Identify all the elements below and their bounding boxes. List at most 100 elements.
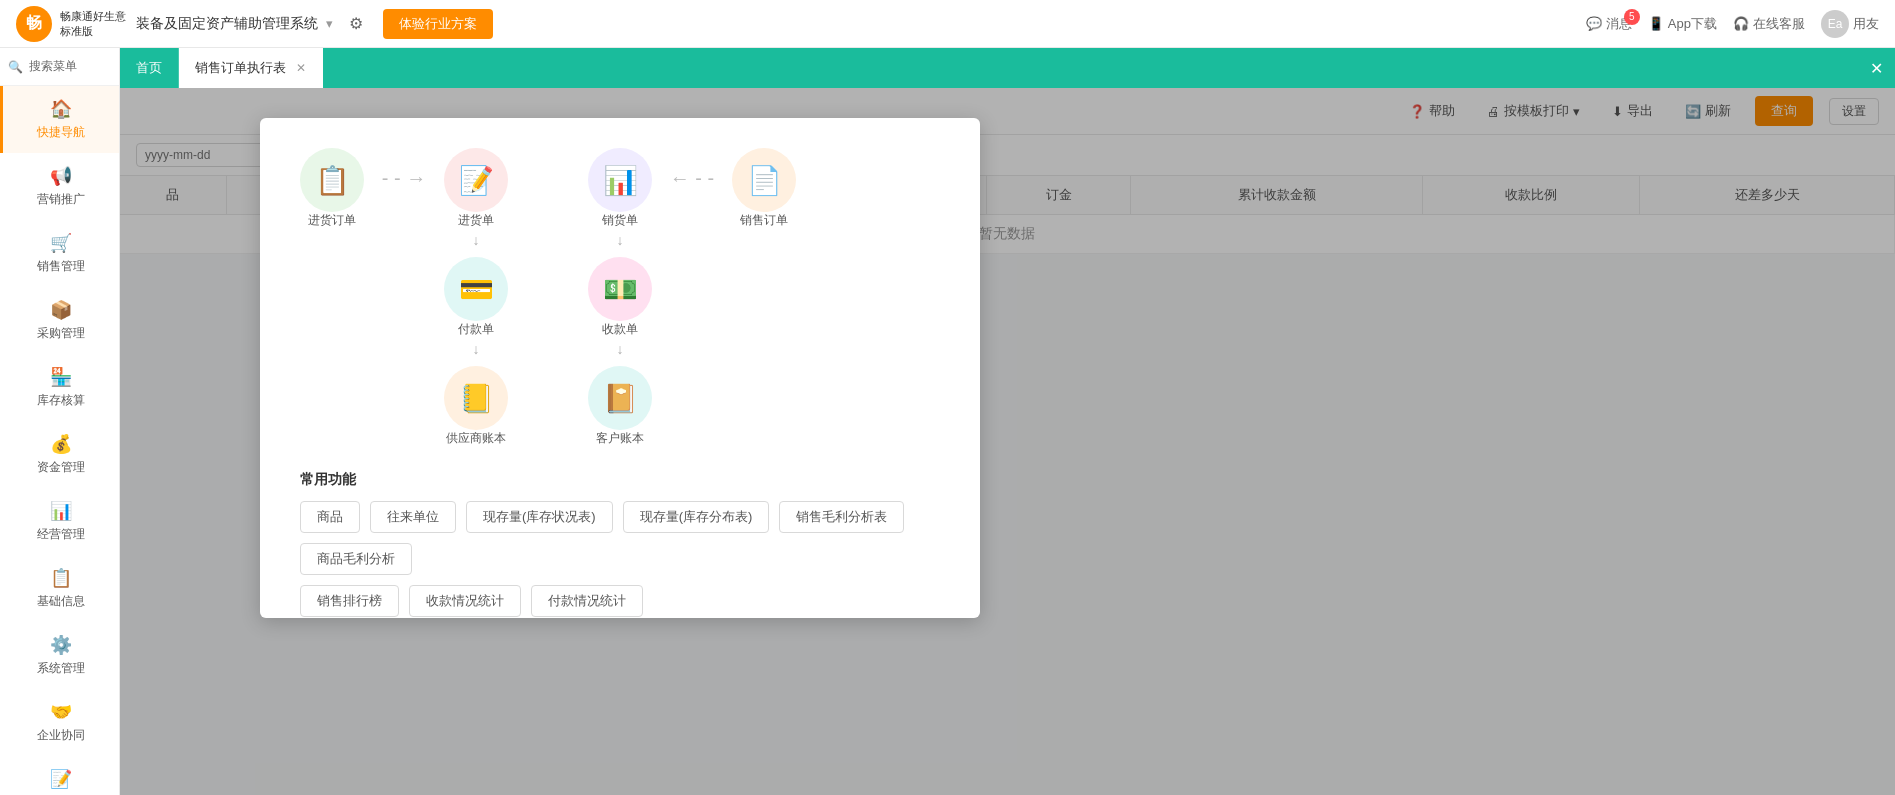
sidebar-item-business[interactable]: 📊 经营管理 (0, 488, 119, 555)
user-item[interactable]: Ea 用友 (1821, 10, 1879, 38)
down-arrow-receipt-bill: ↓ (588, 342, 652, 362)
purchase-bill-icon: 📝 (459, 164, 494, 197)
arrow-purchase-order-to-purchase-bill: - - → (364, 167, 444, 190)
customer-ledger-label: 客户账本 (596, 430, 644, 447)
down-arrow-payment-bill: ↓ (444, 342, 508, 362)
system-title-area: 装备及固定资产辅助管理系统 ▾ ⚙ 体验行业方案 (136, 9, 1586, 39)
payment-bill-circle: 💳 (444, 257, 508, 321)
sidebar-item-enterprise[interactable]: 🤝 企业协同 (0, 689, 119, 756)
sales-bill-label: 销货单 (602, 212, 638, 229)
sidebar: 🔍 搜索菜单 🏠 快捷导航 📢 营销推广 🛒 销售管理 📦 采购管理 🏪 库存核… (0, 48, 120, 795)
inventory-icon: 🏪 (50, 366, 72, 388)
sidebar-item-basic-info[interactable]: 📋 基础信息 (0, 555, 119, 622)
func-buttons-row1: 商品 往来单位 现存量(库存状况表) 现存量(库存分布表) 销售毛利分析表 商品… (300, 501, 940, 575)
app-download-item[interactable]: 📱 App下载 (1648, 15, 1717, 33)
flow-item-payment-bill[interactable]: 💳 付款单 (444, 257, 508, 338)
sidebar-item-newbie[interactable]: 📝 新手引导 (0, 756, 119, 795)
common-functions-section: 常用功能 商品 往来单位 现存量(库存状况表) 现存量(库存分布表) 销售毛利分… (300, 471, 940, 617)
sidebar-item-system[interactable]: ⚙️ 系统管理 (0, 622, 119, 689)
func-btn-stock-status[interactable]: 现存量(库存状况表) (466, 501, 613, 533)
sales-icon: 🛒 (50, 232, 72, 254)
message-item[interactable]: 💬 消息 5 (1586, 15, 1632, 33)
logo-area: 畅 畅康通好生意 标准版 (16, 6, 136, 42)
business-icon: 📊 (50, 500, 72, 522)
system-title: 装备及固定资产辅助管理系统 (136, 15, 318, 33)
sales-bill-icon: 📊 (603, 164, 638, 197)
tab-home[interactable]: 首页 (120, 48, 179, 88)
func-btn-product-gross[interactable]: 商品毛利分析 (300, 543, 412, 575)
sidebar-item-purchase[interactable]: 📦 采购管理 (0, 287, 119, 354)
receipt-bill-icon: 💵 (603, 273, 638, 306)
supplier-ledger-label: 供应商账本 (446, 430, 506, 447)
flow-item-receipt-bill[interactable]: 💵 收款单 (588, 257, 652, 338)
close-all-tabs-icon[interactable]: ✕ (1870, 59, 1895, 78)
purchase-bill-label: 进货单 (458, 212, 494, 229)
func-btn-product[interactable]: 商品 (300, 501, 360, 533)
func-btn-receipt-stats[interactable]: 收款情况统计 (409, 585, 521, 617)
sidebar-item-sales[interactable]: 🛒 销售管理 (0, 220, 119, 287)
tab-sales-order-exec[interactable]: 销售订单执行表 ✕ (179, 48, 323, 88)
payment-bill-label: 付款单 (458, 321, 494, 338)
header-right: 💬 消息 5 📱 App下载 🎧 在线客服 Ea 用友 (1586, 10, 1879, 38)
purchase-order-circle: 📋 (300, 148, 364, 212)
customer-ledger-circle: 📔 (588, 366, 652, 430)
purchase-icon: 📦 (50, 299, 72, 321)
logo-text: 畅康通好生意 标准版 (60, 9, 126, 38)
trial-button[interactable]: 体验行业方案 (383, 9, 493, 39)
sidebar-item-quick-nav[interactable]: 🏠 快捷导航 (0, 86, 119, 153)
basic-info-icon: 📋 (50, 567, 72, 589)
arrow-sales-order-to-sales-bill: ← - - (652, 167, 732, 190)
flow-item-purchase-bill[interactable]: 📝 进货单 (444, 148, 508, 229)
message-badge: 5 (1624, 9, 1640, 25)
system-icon: ⚙️ (50, 634, 72, 656)
flow-item-sales-order[interactable]: 📄 销售订单 (732, 148, 796, 229)
func-btn-sales-gross[interactable]: 销售毛利分析表 (779, 501, 904, 533)
tab-bar: 首页 销售订单执行表 ✕ ✕ (120, 48, 1895, 88)
title-dropdown-icon[interactable]: ▾ (326, 16, 333, 31)
finance-icon: 💰 (50, 433, 72, 455)
supplier-ledger-icon: 📒 (459, 382, 494, 415)
purchase-order-icon: 📋 (315, 164, 350, 197)
message-icon: 💬 (1586, 16, 1602, 31)
down-arrow-sales-bill: ↓ (588, 233, 652, 253)
sidebar-item-finance[interactable]: 💰 资金管理 (0, 421, 119, 488)
page-content: ❓ 帮助 🖨 按模板打印 ▾ ⬇ 导出 🔄 刷新 查询 设置 (120, 88, 1895, 795)
func-buttons-row2: 销售排行榜 收款情况统计 付款情况统计 (300, 585, 940, 617)
top-header: 畅 畅康通好生意 标准版 装备及固定资产辅助管理系统 ▾ ⚙ 体验行业方案 💬 … (0, 0, 1895, 48)
content-area: 首页 销售订单执行表 ✕ ✕ ❓ 帮助 🖨 按模板打印 ▾ (120, 48, 1895, 795)
purchase-order-label: 进货订单 (308, 212, 356, 229)
func-btn-payment-stats[interactable]: 付款情况统计 (531, 585, 643, 617)
func-btn-counterpart[interactable]: 往来单位 (370, 501, 456, 533)
tab-close-icon[interactable]: ✕ (296, 61, 306, 75)
sidebar-item-inventory[interactable]: 🏪 库存核算 (0, 354, 119, 421)
flow-item-supplier-ledger[interactable]: 📒 供应商账本 (444, 366, 508, 447)
func-btn-stock-dist[interactable]: 现存量(库存分布表) (623, 501, 770, 533)
sales-bill-circle: 📊 (588, 148, 652, 212)
sidebar-item-marketing[interactable]: 📢 营销推广 (0, 153, 119, 220)
flow-item-customer-ledger[interactable]: 📔 客户账本 (588, 366, 652, 447)
service-icon: 🎧 (1733, 16, 1749, 31)
workflow-diagram: 📋 进货订单 - - → 📝 (300, 148, 940, 447)
modal-overlay: 📋 进货订单 - - → 📝 (120, 88, 1895, 795)
search-icon: 🔍 (8, 60, 23, 74)
supplier-ledger-circle: 📒 (444, 366, 508, 430)
payment-bill-icon: 💳 (459, 273, 494, 306)
quick-nav-icon: 🏠 (50, 98, 72, 120)
common-func-title: 常用功能 (300, 471, 940, 489)
sales-order-label: 销售订单 (740, 212, 788, 229)
receipt-bill-circle: 💵 (588, 257, 652, 321)
customer-ledger-icon: 📔 (603, 382, 638, 415)
func-btn-sales-rank[interactable]: 销售排行榜 (300, 585, 399, 617)
newbie-icon: 📝 (50, 768, 72, 790)
flow-item-sales-bill[interactable]: 📊 销货单 (588, 148, 652, 229)
flow-item-purchase-order[interactable]: 📋 进货订单 (300, 148, 364, 229)
download-icon: 📱 (1648, 16, 1664, 31)
down-arrow-purchase-bill: ↓ (444, 233, 508, 253)
sidebar-search[interactable]: 🔍 搜索菜单 (0, 48, 119, 86)
sales-order-icon: 📄 (747, 164, 782, 197)
marketing-icon: 📢 (50, 165, 72, 187)
online-service-item[interactable]: 🎧 在线客服 (1733, 15, 1805, 33)
avatar: Ea (1821, 10, 1849, 38)
settings-icon[interactable]: ⚙ (349, 14, 363, 33)
modal-body: 📋 进货订单 - - → 📝 (260, 118, 980, 618)
